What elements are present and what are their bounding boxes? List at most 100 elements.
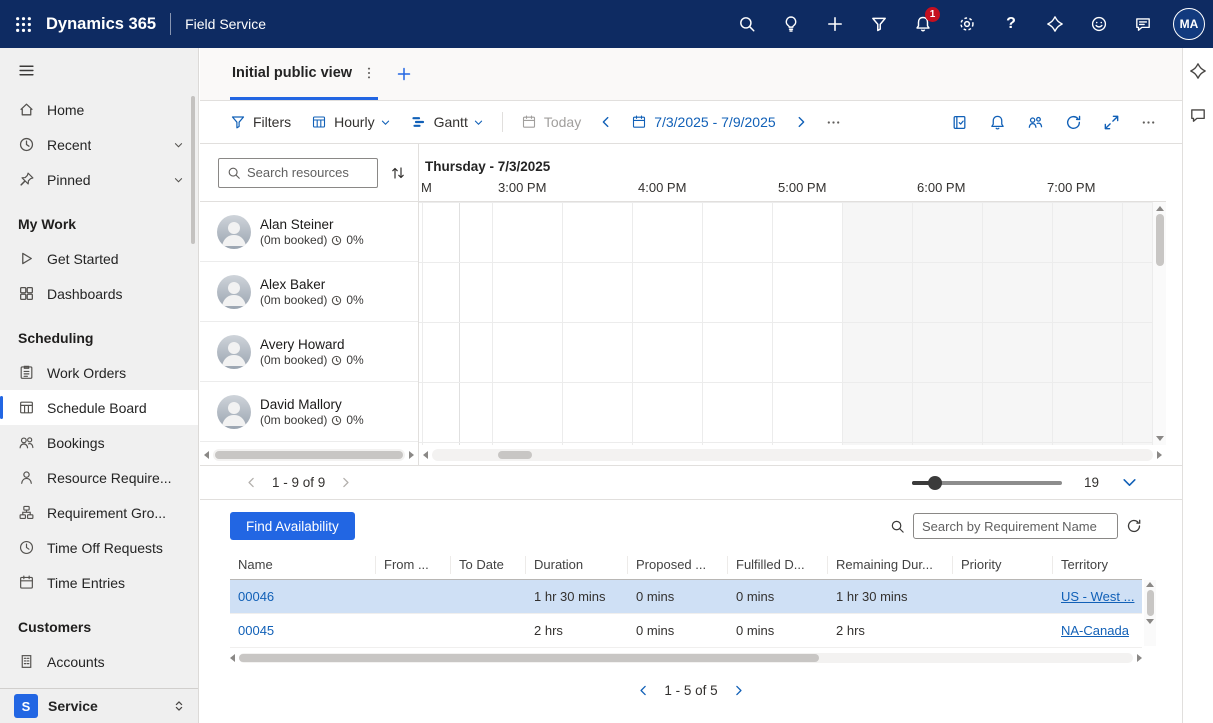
search-icon[interactable] [890, 519, 905, 534]
next-page-button[interactable] [732, 684, 745, 697]
tab-initial-public-view[interactable]: Initial public view [230, 48, 378, 100]
scroll-right-arrow[interactable] [409, 451, 414, 459]
sort-resources-button[interactable] [386, 165, 410, 181]
settings-button[interactable] [949, 6, 985, 42]
column-header-proposed[interactable]: Proposed ... [628, 556, 728, 574]
collapse-panel-button[interactable] [1121, 474, 1138, 491]
help-button[interactable]: ? [993, 6, 1029, 42]
more-options-button[interactable] [1131, 106, 1166, 138]
sidebar-item-bookings[interactable]: Bookings [0, 425, 198, 460]
previous-page-button[interactable] [637, 684, 650, 697]
user-avatar[interactable]: MA [1173, 8, 1205, 40]
scrollbar-thumb[interactable] [1147, 590, 1154, 616]
sidebar-item-recent[interactable]: Recent [0, 127, 198, 162]
resource-search-box[interactable] [218, 158, 378, 188]
column-header-territory[interactable]: Territory [1053, 556, 1142, 574]
territory-link[interactable]: US - West ... [1061, 589, 1134, 604]
zoom-slider[interactable] [912, 476, 1062, 490]
idea-button[interactable] [773, 6, 809, 42]
resources-button[interactable] [1017, 106, 1053, 138]
copilot-panel-icon[interactable] [1189, 62, 1207, 80]
brand-title[interactable]: Dynamics 365 [46, 15, 156, 34]
scroll-right-arrow[interactable] [1137, 654, 1142, 662]
feedback-button[interactable] [1081, 6, 1117, 42]
column-header-remaining[interactable]: Remaining Dur... [828, 556, 953, 574]
date-range-button[interactable]: 7/3/2025 - 7/9/2025 [621, 106, 785, 138]
scroll-right-arrow[interactable] [1157, 451, 1162, 459]
sidebar-item-schedule-board[interactable]: Schedule Board [0, 390, 198, 425]
requirement-name-link[interactable]: 00046 [238, 589, 274, 604]
notifications-button[interactable]: 1 [905, 6, 941, 42]
filter-button[interactable] [861, 6, 897, 42]
scrollbar-thumb[interactable] [239, 654, 819, 662]
scrollbar-track[interactable] [432, 449, 1153, 461]
sidebar-item-dashboards[interactable]: Dashboards [0, 276, 198, 311]
refresh-board-button[interactable] [1055, 106, 1091, 138]
column-header-fulfilled[interactable]: Fulfilled D... [728, 556, 828, 574]
tab-options-icon[interactable] [362, 66, 376, 80]
area-switcher[interactable]: S Service [0, 688, 198, 723]
scrollbar-thumb[interactable] [498, 451, 532, 459]
table-hscrollbar[interactable] [230, 650, 1142, 666]
copilot-button[interactable] [1037, 6, 1073, 42]
grid-vscrollbar[interactable] [1152, 202, 1166, 445]
chevron-down-icon[interactable] [173, 174, 190, 186]
app-launcher-button[interactable] [0, 0, 46, 48]
column-header-name[interactable]: Name [230, 556, 376, 574]
sidebar-item-get-started[interactable]: Get Started [0, 241, 198, 276]
fullscreen-button[interactable] [1093, 106, 1129, 138]
slider-thumb[interactable] [928, 476, 942, 490]
requirement-row[interactable]: 00045 2 hrs 0 mins 0 mins 2 hrs NA-Canad… [230, 614, 1142, 648]
sidebar-item-resource-requirements[interactable]: Resource Require... [0, 460, 198, 495]
scroll-up-arrow[interactable] [1146, 582, 1154, 587]
scroll-up-arrow[interactable] [1156, 206, 1164, 211]
today-button[interactable]: Today [511, 106, 591, 138]
sidebar-item-home[interactable]: Home [0, 92, 198, 127]
previous-period-button[interactable] [591, 106, 621, 138]
quick-create-button[interactable] [817, 6, 853, 42]
column-header-duration[interactable]: Duration [526, 556, 628, 574]
scroll-down-arrow[interactable] [1146, 619, 1154, 624]
resource-row[interactable]: Alex Baker (0m booked)0% [200, 262, 418, 322]
chevron-down-icon[interactable] [173, 139, 190, 151]
time-scale-button[interactable]: Hourly [301, 106, 400, 138]
requirement-search-input[interactable] [913, 513, 1118, 539]
scrollbar-track[interactable] [239, 653, 1133, 663]
column-header-to-date[interactable]: To Date [451, 556, 526, 574]
search-button[interactable] [729, 6, 765, 42]
schedule-grid[interactable] [419, 202, 1152, 445]
resource-search-input[interactable] [247, 165, 369, 180]
chat-button[interactable] [1125, 6, 1161, 42]
scrollbar-thumb[interactable] [215, 451, 403, 459]
sidebar-item-work-orders[interactable]: Work Orders [0, 355, 198, 390]
find-availability-button[interactable]: Find Availability [230, 512, 355, 540]
scroll-left-arrow[interactable] [230, 654, 235, 662]
resource-row[interactable]: Alan Steiner (0m booked)0% [200, 202, 418, 262]
sidebar-item-requirement-groups[interactable]: Requirement Gro... [0, 495, 198, 530]
scroll-down-arrow[interactable] [1156, 436, 1164, 441]
scrollbar-track[interactable] [213, 449, 405, 461]
board-view-button[interactable]: Gantt [401, 106, 494, 138]
territory-link[interactable]: NA-Canada [1061, 623, 1129, 638]
refresh-requirements-button[interactable] [1126, 518, 1142, 534]
scroll-left-arrow[interactable] [204, 451, 209, 459]
resource-panel-hscrollbar[interactable] [200, 445, 418, 465]
next-period-button[interactable] [786, 106, 816, 138]
column-header-priority[interactable]: Priority [953, 556, 1053, 574]
sidebar-scrollbar[interactable] [191, 96, 195, 244]
resource-row[interactable]: David Mallory (0m booked)0% [200, 382, 418, 442]
conversations-panel-icon[interactable] [1189, 106, 1207, 124]
scroll-left-arrow[interactable] [423, 451, 428, 459]
sidebar-item-time-entries[interactable]: Time Entries [0, 565, 198, 600]
sidebar-item-pinned[interactable]: Pinned [0, 162, 198, 197]
area-switcher-icon[interactable] [172, 699, 186, 713]
more-date-options-button[interactable] [816, 106, 851, 138]
column-header-from[interactable]: From ... [376, 556, 451, 574]
add-tab-button[interactable] [378, 48, 430, 100]
table-vscrollbar[interactable] [1144, 580, 1156, 646]
grid-hscrollbar[interactable] [419, 445, 1166, 465]
board-alerts-button[interactable] [979, 106, 1015, 138]
sidebar-item-accounts[interactable]: Accounts [0, 644, 198, 679]
app-area-title[interactable]: Field Service [185, 16, 266, 32]
booking-requirements-button[interactable] [941, 106, 977, 138]
